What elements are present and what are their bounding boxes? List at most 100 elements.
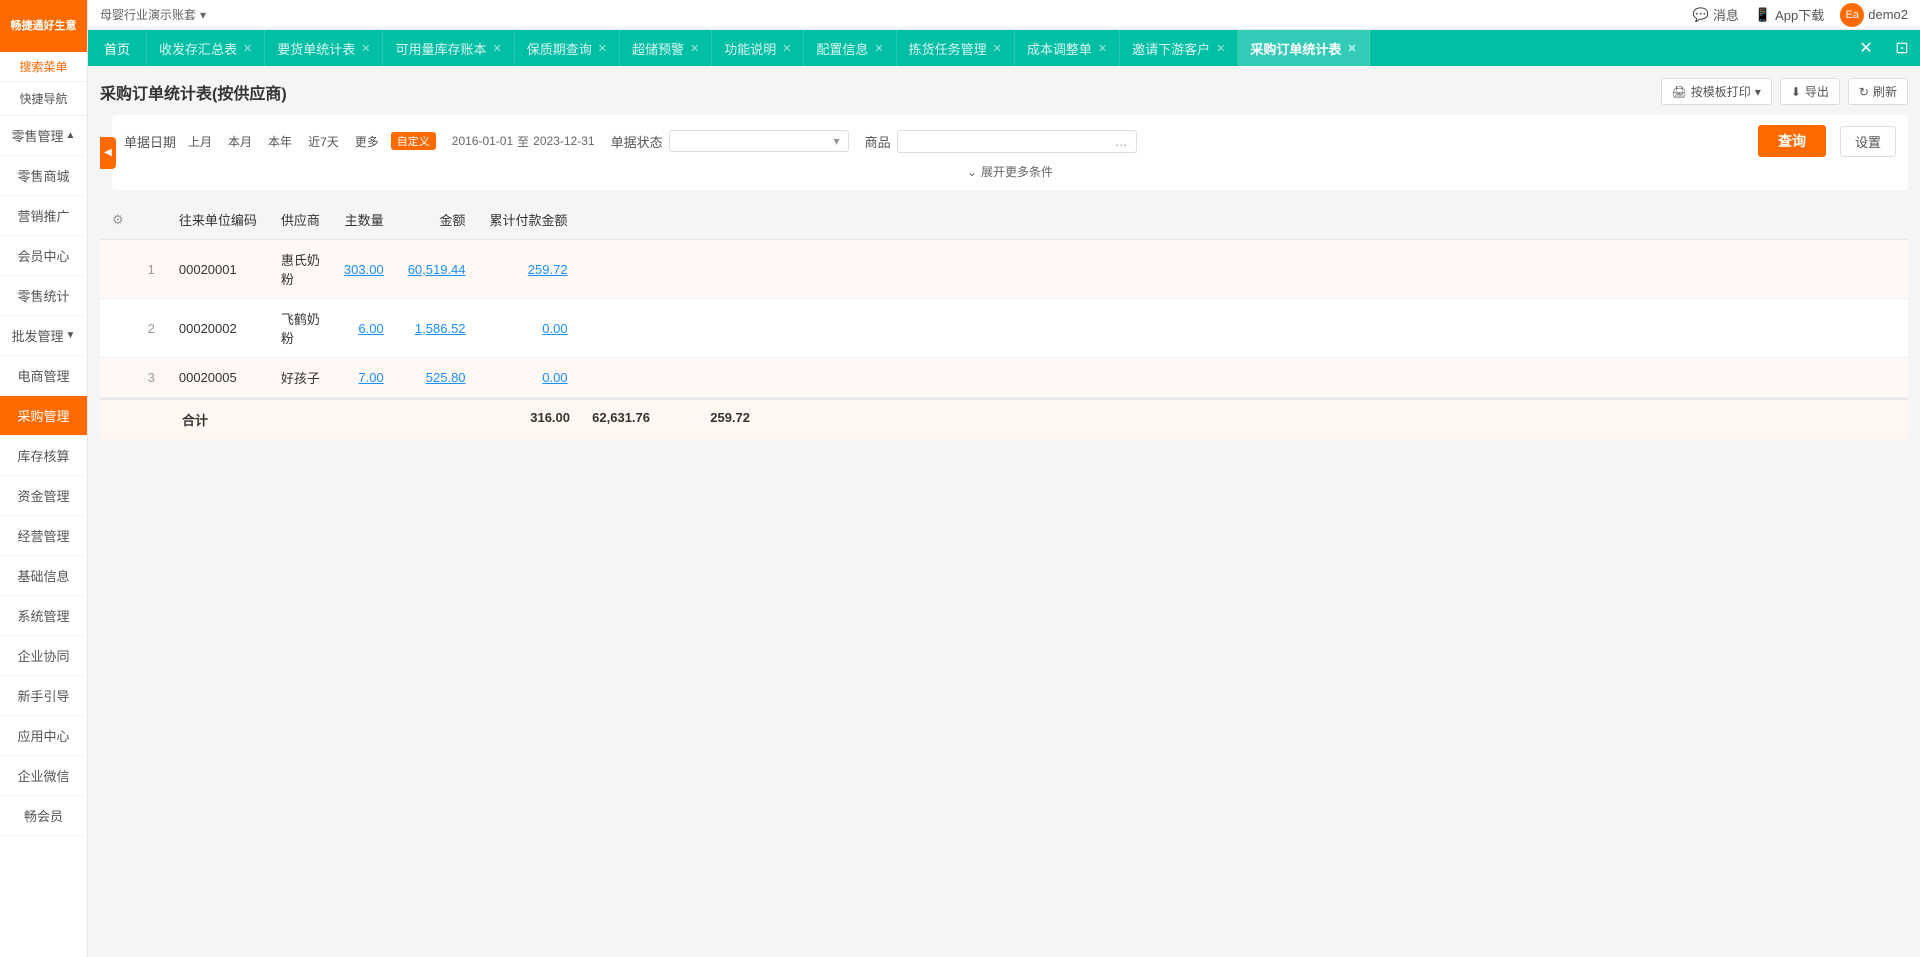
sidebar-item-member[interactable]: 会员中心 <box>0 236 87 276</box>
sidebar-item-operation[interactable]: 经营管理 <box>0 516 87 556</box>
goods-more-icon[interactable]: … <box>1115 134 1128 149</box>
date-to: 2023-12-31 <box>533 134 594 148</box>
close-tab-window[interactable]: ✕ <box>1848 30 1884 66</box>
sidebar-item-newbie[interactable]: 新手引导 <box>0 676 87 716</box>
row-settings-1 <box>100 299 136 358</box>
close-tab-6[interactable]: ✕ <box>782 42 791 55</box>
topbar: 母婴行业演示账套 ▾ 💬 消息 📱 App下载 Ea demo2 <box>88 0 1920 30</box>
tab-shoufacun[interactable]: 收发存汇总表 ✕ <box>147 30 265 66</box>
footer-amount: 62,631.76 <box>582 410 662 429</box>
tab-home[interactable]: 首页 <box>88 30 147 66</box>
sidebar-item-wholesale[interactable]: 批发管理 ▼ <box>0 316 87 356</box>
tab-baozhi[interactable]: 保质期查询 ✕ <box>515 30 620 66</box>
row-qty-2[interactable]: 7.00 <box>332 358 396 398</box>
sidebar-item-enterprise[interactable]: 企业协同 <box>0 636 87 676</box>
sidebar-item-finance[interactable]: 资金管理 <box>0 476 87 516</box>
tab-chaochu[interactable]: 超储预警 ✕ <box>620 30 712 66</box>
page-header: 采购订单统计表(按供应商) 🖨 按模板打印 ▾ ⬇ 导出 ↻ 刷新 <box>100 78 1908 105</box>
date-filter-item: 单据日期 上月 本月 本年 近7天 更多 自定义 <box>124 131 436 152</box>
tab-peizhi[interactable]: 配置信息 ✕ <box>804 30 896 66</box>
row-qty-0[interactable]: 303.00 <box>332 240 396 299</box>
refresh-button[interactable]: ↻ 刷新 <box>1848 78 1908 105</box>
app-download-label: App下载 <box>1775 5 1824 24</box>
col-idx <box>136 200 167 240</box>
query-buttons: 查询 设置 <box>1758 125 1896 157</box>
expand-more-button[interactable]: ⌄ 展开更多条件 <box>967 163 1053 180</box>
sidebar-item-apps[interactable]: 应用中心 <box>0 716 87 756</box>
user-menu[interactable]: Ea demo2 <box>1840 3 1908 27</box>
sidebar-item-nav[interactable]: 快捷导航 <box>0 82 87 116</box>
table-footer: 合计 316.00 62,631.76 259.72 <box>100 398 1908 439</box>
shortcut-this-month[interactable]: 本月 <box>222 131 258 152</box>
print-button[interactable]: 🖨 按模板打印 ▾ <box>1661 78 1772 105</box>
custom-date-tag[interactable]: 自定义 <box>391 132 436 150</box>
workspace-selector[interactable]: 母婴行业演示账套 ▾ <box>100 6 206 23</box>
close-tab-1[interactable]: ✕ <box>243 42 252 55</box>
row-name-1: 飞鹤奶粉 <box>269 299 332 358</box>
goods-input[interactable] <box>906 134 1111 148</box>
filter-area: ◀ 单据日期 上月 本月 本年 近7天 更多 自定义 2016-01-0 <box>112 115 1908 190</box>
sidebar-item-wechat[interactable]: 企业微信 <box>0 756 87 796</box>
avatar: Ea <box>1840 3 1864 27</box>
close-tab-2[interactable]: ✕ <box>361 42 370 55</box>
sidebar-item-ecommerce[interactable]: 电商管理 <box>0 356 87 396</box>
close-tab-9[interactable]: ✕ <box>1098 42 1107 55</box>
col-quantity: 主数量 <box>332 200 396 240</box>
shortcut-7days[interactable]: 近7天 <box>302 131 345 152</box>
tab-chengben[interactable]: 成本调整单 ✕ <box>1015 30 1120 66</box>
row-qty-1[interactable]: 6.00 <box>332 299 396 358</box>
export-button[interactable]: ⬇ 导出 <box>1780 78 1840 105</box>
tab-yaoqing[interactable]: 邀请下游客户 ✕ <box>1120 30 1238 66</box>
row-amount-1[interactable]: 1,586.52 <box>396 299 478 358</box>
search-menu-item[interactable]: 搜索菜单 <box>0 52 87 82</box>
goods-input-container: … <box>897 130 1137 153</box>
nav-tabs-end: ✕ ⊡ <box>1848 30 1920 66</box>
close-tab-7[interactable]: ✕ <box>874 42 883 55</box>
page-content: 采购订单统计表(按供应商) 🖨 按模板打印 ▾ ⬇ 导出 ↻ 刷新 ◀ <box>88 66 1920 957</box>
footer-quantity: 316.00 <box>502 410 582 429</box>
close-tab-4[interactable]: ✕ <box>598 42 607 55</box>
table-header-row: ⚙ 往来单位编码 供应商 主数量 金额 累计付款金额 <box>100 200 1908 240</box>
row-paid-1[interactable]: 0.00 <box>478 299 580 358</box>
row-amount-0[interactable]: 60,519.44 <box>396 240 478 299</box>
row-paid-2[interactable]: 0.00 <box>478 358 580 398</box>
tab-caigou-active[interactable]: 采购订单统计表 ✕ <box>1238 30 1369 66</box>
row-paid-0[interactable]: 259.72 <box>478 240 580 299</box>
tab-yaohuo[interactable]: 要货单统计表 ✕ <box>265 30 383 66</box>
shortcut-more[interactable]: 更多 <box>349 131 385 152</box>
row-extra-1 <box>580 299 1908 358</box>
close-tab-11[interactable]: ✕ <box>1347 42 1356 55</box>
page-title: 采购订单统计表(按供应商) <box>100 80 287 104</box>
settings-button[interactable]: 设置 <box>1840 126 1896 157</box>
shortcut-this-year[interactable]: 本年 <box>262 131 298 152</box>
sidebar-item-system[interactable]: 系统管理 <box>0 596 87 636</box>
tab-keyongliang[interactable]: 可用量库存账本 ✕ <box>383 30 514 66</box>
sidebar-item-purchase[interactable]: 采购管理 <box>0 396 87 436</box>
sidebar-item-marketing[interactable]: 营销推广 <box>0 196 87 236</box>
sidebar-item-retail-shop[interactable]: 零售商城 <box>0 156 87 196</box>
maximize-tab[interactable]: ⊡ <box>1884 30 1920 66</box>
date-filter-label: 单据日期 <box>124 132 176 151</box>
sidebar-item-retail-stat[interactable]: 零售统计 <box>0 276 87 316</box>
filter-toggle-button[interactable]: ◀ <box>100 137 116 169</box>
row-amount-2[interactable]: 525.80 <box>396 358 478 398</box>
close-tab-5[interactable]: ✕ <box>690 42 699 55</box>
close-tab-3[interactable]: ✕ <box>493 42 502 55</box>
row-name-2: 好孩子 <box>269 358 332 398</box>
sidebar-item-basic[interactable]: 基础信息 <box>0 556 87 596</box>
status-select[interactable]: ▾ <box>669 130 849 152</box>
topbar-right: 💬 消息 📱 App下载 Ea demo2 <box>1693 3 1908 27</box>
data-table: ⚙ 往来单位编码 供应商 主数量 金额 累计付款金额 1 00020001 <box>100 200 1908 398</box>
table-settings-icon[interactable]: ⚙ <box>112 212 124 227</box>
message-button[interactable]: 💬 消息 <box>1693 5 1739 24</box>
close-tab-10[interactable]: ✕ <box>1216 42 1225 55</box>
query-button[interactable]: 查询 <box>1758 125 1826 157</box>
close-tab-8[interactable]: ✕ <box>993 42 1002 55</box>
app-download-button[interactable]: 📱 App下载 <box>1755 5 1824 24</box>
sidebar-item-retail[interactable]: 零售管理 ▲ <box>0 116 87 156</box>
sidebar-item-inventory[interactable]: 库存核算 <box>0 436 87 476</box>
shortcut-last-month[interactable]: 上月 <box>182 131 218 152</box>
sidebar-item-vip[interactable]: 畅会员 <box>0 796 87 836</box>
tab-jianhuo[interactable]: 拣货任务管理 ✕ <box>897 30 1015 66</box>
tab-gongneng[interactable]: 功能说明 ✕ <box>712 30 804 66</box>
